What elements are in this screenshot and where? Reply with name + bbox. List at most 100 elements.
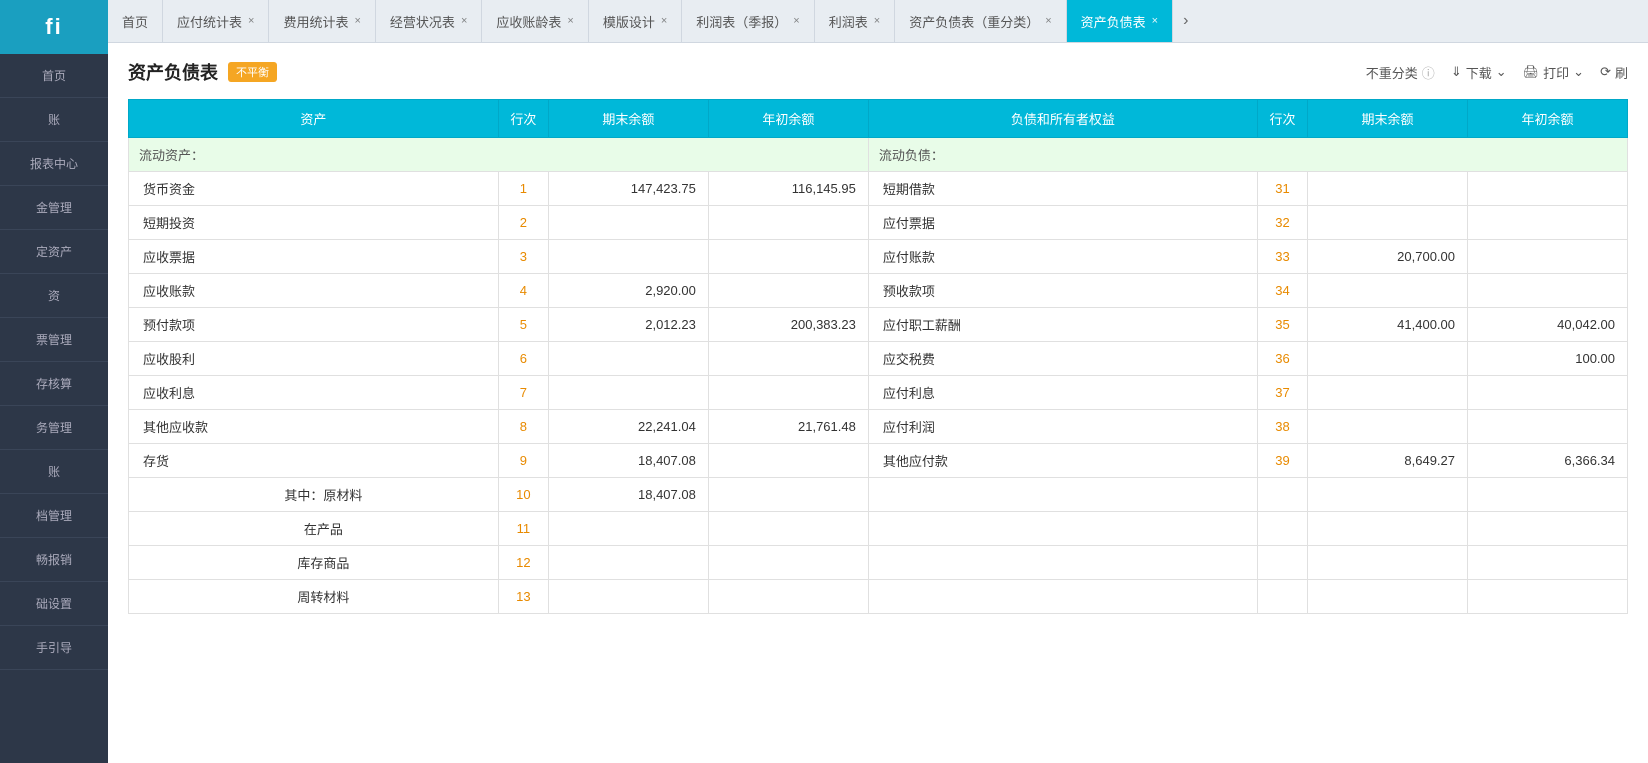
asset-name-5: 应收股利 bbox=[129, 342, 499, 376]
begin-bal-right-4: 40,042.00 bbox=[1468, 308, 1628, 342]
end-bal-left-4: 2,012.23 bbox=[548, 308, 708, 342]
asset-name-8: 存货 bbox=[129, 444, 499, 478]
begin-bal-left-4: 200,383.23 bbox=[708, 308, 868, 342]
tab-balance-reclassified-close[interactable]: × bbox=[1045, 15, 1051, 27]
tab-receivable-aging-close[interactable]: × bbox=[567, 15, 573, 27]
tab-balance-reclassified[interactable]: 资产负债表（重分类） × bbox=[895, 0, 1066, 42]
row-num-right-10 bbox=[1258, 512, 1308, 546]
tab-receivable-aging[interactable]: 应收账龄表 × bbox=[482, 0, 588, 42]
table-row: 库存商品 12 bbox=[129, 546, 1628, 580]
end-bal-right-10 bbox=[1308, 512, 1468, 546]
sidebar-item-inventory[interactable]: 存核算 bbox=[0, 362, 108, 406]
sidebar-item-ledger[interactable]: 账 bbox=[0, 450, 108, 494]
section-header-left: 流动资产： bbox=[129, 138, 869, 172]
tab-balance-close[interactable]: × bbox=[1152, 15, 1158, 27]
balance-table: 资产 行次 期末余额 年初余额 负债和所有者权益 行次 期末余额 年初余额 流动… bbox=[128, 99, 1628, 614]
begin-bal-left-3 bbox=[708, 274, 868, 308]
sidebar-item-settings[interactable]: 础设置 bbox=[0, 582, 108, 626]
asset-name-0: 货币资金 bbox=[129, 172, 499, 206]
sidebar-item-archive[interactable]: 档管理 bbox=[0, 494, 108, 538]
tab-home[interactable]: 首页 bbox=[108, 0, 163, 42]
table-row: 周转材料 13 bbox=[129, 580, 1628, 614]
refresh-label: 刷 bbox=[1615, 63, 1628, 82]
row-num-left-6: 7 bbox=[498, 376, 548, 410]
row-num-left-2: 3 bbox=[498, 240, 548, 274]
liability-name-12 bbox=[868, 580, 1257, 614]
begin-bal-left-10 bbox=[708, 512, 868, 546]
tab-profit-close[interactable]: × bbox=[874, 15, 880, 27]
liability-name-9 bbox=[868, 478, 1257, 512]
row-num-right-2: 33 bbox=[1258, 240, 1308, 274]
begin-bal-right-11 bbox=[1468, 546, 1628, 580]
liability-name-7: 应付利润 bbox=[868, 410, 1257, 444]
tab-template-design-close[interactable]: × bbox=[661, 15, 667, 27]
end-bal-left-7: 22,241.04 bbox=[548, 410, 708, 444]
refresh-button[interactable]: ⟳ 刷 bbox=[1600, 63, 1628, 82]
row-num-right-7: 38 bbox=[1258, 410, 1308, 444]
sidebar-item-tickets[interactable]: 票管理 bbox=[0, 318, 108, 362]
sidebar-item-home[interactable]: 首页 bbox=[0, 54, 108, 98]
end-bal-left-3: 2,920.00 bbox=[548, 274, 708, 308]
sidebar-item-reports[interactable]: 报表中心 bbox=[0, 142, 108, 186]
tab-receivable-aging-label: 应收账龄表 bbox=[496, 12, 561, 31]
liability-name-4: 应付职工薪酬 bbox=[868, 308, 1257, 342]
tab-operations-close[interactable]: × bbox=[461, 15, 467, 27]
end-bal-left-11 bbox=[548, 546, 708, 580]
print-chevron-icon: ⌄ bbox=[1573, 64, 1584, 80]
tab-operations[interactable]: 经营状况表 × bbox=[376, 0, 482, 42]
table-row: 在产品 11 bbox=[129, 512, 1628, 546]
page-title-area: 资产负债表 不平衡 bbox=[128, 59, 277, 85]
tab-payable-stats[interactable]: 应付统计表 × bbox=[163, 0, 269, 42]
sidebar-item-account[interactable]: 账 bbox=[0, 98, 108, 142]
help-icon[interactable]: ⓘ bbox=[1422, 63, 1435, 82]
print-button[interactable]: 🖨 打印 ⌄ bbox=[1523, 63, 1584, 82]
no-reclassify-label: 不重分类 ⓘ bbox=[1366, 63, 1435, 82]
row-num-left-8: 9 bbox=[498, 444, 548, 478]
tab-profit-quarterly[interactable]: 利润表（季报） × bbox=[682, 0, 814, 42]
end-bal-left-12 bbox=[548, 580, 708, 614]
sidebar-item-affairs[interactable]: 务管理 bbox=[0, 406, 108, 450]
table-row: 存货 9 18,407.08 其他应付款 39 8,649.27 6,366.3… bbox=[129, 444, 1628, 478]
row-num-left-3: 4 bbox=[498, 274, 548, 308]
tab-payable-stats-close[interactable]: × bbox=[248, 15, 254, 27]
begin-bal-right-2 bbox=[1468, 240, 1628, 274]
row-num-left-9: 10 bbox=[498, 478, 548, 512]
refresh-icon: ⟳ bbox=[1600, 64, 1611, 80]
row-num-left-7: 8 bbox=[498, 410, 548, 444]
sidebar-item-guide[interactable]: 手引导 bbox=[0, 626, 108, 670]
liability-name-6: 应付利息 bbox=[868, 376, 1257, 410]
liability-name-8: 其他应付款 bbox=[868, 444, 1257, 478]
end-bal-right-1 bbox=[1308, 206, 1468, 240]
liability-name-2: 应付账款 bbox=[868, 240, 1257, 274]
tab-template-design[interactable]: 模版设计 × bbox=[589, 0, 682, 42]
tab-more-button[interactable]: › bbox=[1173, 12, 1198, 30]
tab-expense-stats-close[interactable]: × bbox=[354, 15, 360, 27]
header-begin-balance-right: 年初余额 bbox=[1468, 100, 1628, 138]
begin-bal-right-8: 6,366.34 bbox=[1468, 444, 1628, 478]
print-label: 打印 bbox=[1543, 63, 1569, 82]
begin-bal-right-12 bbox=[1468, 580, 1628, 614]
tab-profit[interactable]: 利润表 × bbox=[815, 0, 895, 42]
sidebar-item-funds[interactable]: 金管理 bbox=[0, 186, 108, 230]
sidebar-logo: fi bbox=[0, 0, 108, 54]
sidebar-item-fixed-assets[interactable]: 定资产 bbox=[0, 230, 108, 274]
tab-profit-quarterly-label: 利润表（季报） bbox=[696, 12, 787, 31]
end-bal-left-9: 18,407.08 bbox=[548, 478, 708, 512]
tab-profit-quarterly-close[interactable]: × bbox=[793, 15, 799, 27]
row-num-left-10: 11 bbox=[498, 512, 548, 546]
end-bal-right-6 bbox=[1308, 376, 1468, 410]
tab-balance-label: 资产负债表 bbox=[1081, 12, 1146, 31]
tab-expense-stats[interactable]: 费用统计表 × bbox=[269, 0, 375, 42]
begin-bal-left-5 bbox=[708, 342, 868, 376]
download-label: 下载 bbox=[1466, 63, 1492, 82]
page-actions: 不重分类 ⓘ ⇓ 下载 ⌄ 🖨 打印 ⌄ ⟳ 刷 bbox=[1366, 63, 1628, 82]
liability-name-1: 应付票据 bbox=[868, 206, 1257, 240]
begin-bal-left-11 bbox=[708, 546, 868, 580]
download-button[interactable]: ⇓ 下载 ⌄ bbox=[1451, 63, 1507, 82]
tab-balance[interactable]: 资产负债表 × bbox=[1067, 0, 1173, 42]
asset-name-12: 周转材料 bbox=[129, 580, 499, 614]
header-asset: 资产 bbox=[129, 100, 499, 138]
page-content: 资产负债表 不平衡 不重分类 ⓘ ⇓ 下载 ⌄ 🖨 打印 ⌄ bbox=[108, 43, 1648, 763]
sidebar-item-expense[interactable]: 畅报销 bbox=[0, 538, 108, 582]
sidebar-item-investment[interactable]: 资 bbox=[0, 274, 108, 318]
